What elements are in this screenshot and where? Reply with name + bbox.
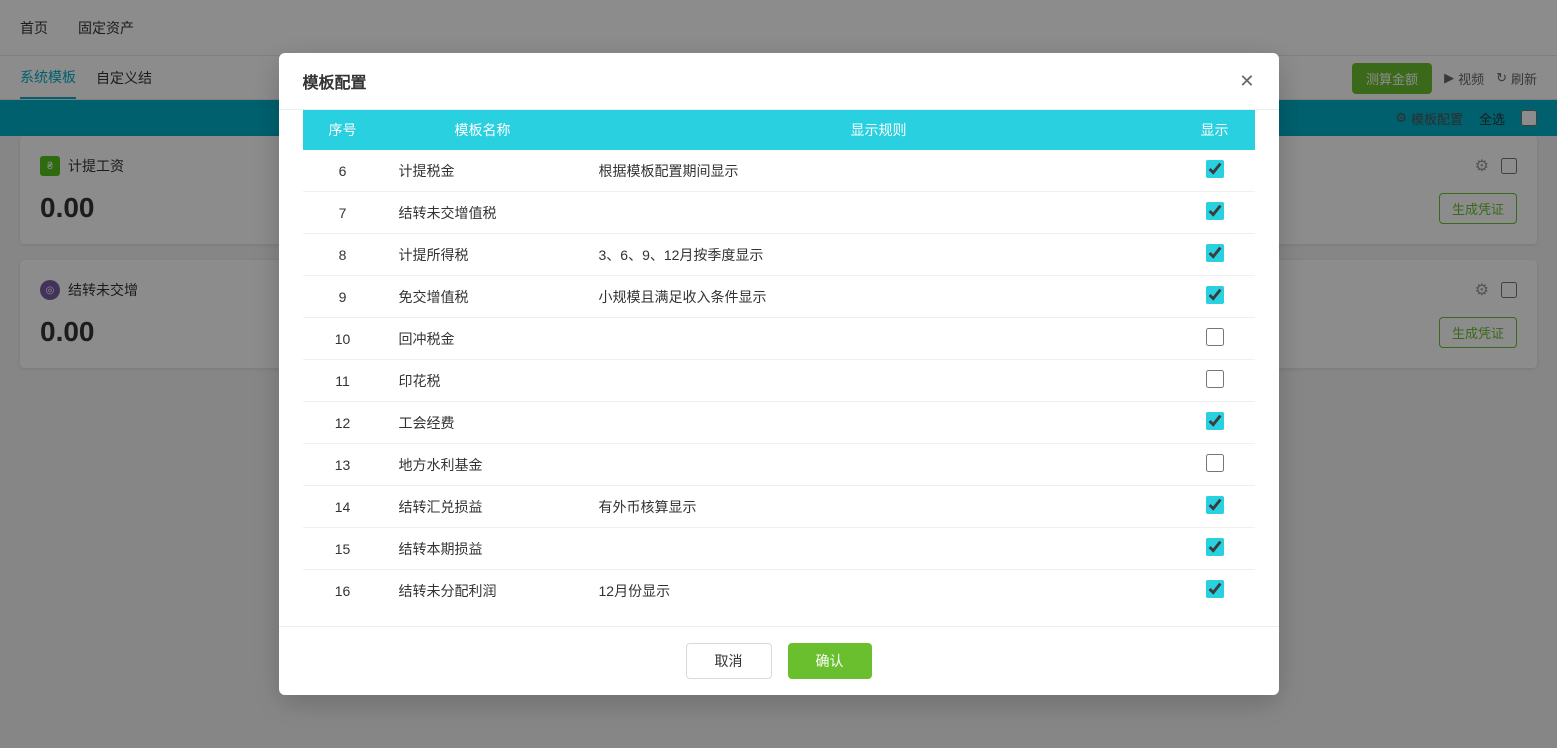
- row-rule: 小规模且满足收入条件显示: [583, 276, 1175, 318]
- row-rule: [583, 444, 1175, 486]
- table-header: 序号 模板名称 显示规则 显示: [303, 110, 1255, 150]
- table-row: 9免交增值税小规模且满足收入条件显示: [303, 276, 1255, 318]
- dialog-footer: 取消 确认: [279, 626, 1279, 695]
- dialog-body: 序号 模板名称 显示规则 显示 6计提税金根据模板配置期间显示7结转未交增值税8…: [279, 110, 1279, 626]
- table-row: 16结转未分配利润12月份显示: [303, 570, 1255, 611]
- row-rule: 3、6、9、12月按季度显示: [583, 234, 1175, 276]
- row-rule: [583, 402, 1175, 444]
- row-check-cell: [1175, 528, 1255, 570]
- row-check-cell: [1175, 276, 1255, 318]
- row-checkbox-12[interactable]: [1206, 412, 1224, 430]
- row-id: 7: [303, 192, 383, 234]
- row-name: 结转本期损益: [383, 528, 583, 570]
- table-row: 13地方水利基金: [303, 444, 1255, 486]
- row-name: 结转未交增值税: [383, 192, 583, 234]
- row-check-cell: [1175, 402, 1255, 444]
- config-table-wrapper[interactable]: 序号 模板名称 显示规则 显示 6计提税金根据模板配置期间显示7结转未交增值税8…: [303, 110, 1255, 610]
- row-id: 8: [303, 234, 383, 276]
- row-checkbox-16[interactable]: [1206, 580, 1224, 598]
- dialog-title: 模板配置: [303, 69, 367, 93]
- row-checkbox-11[interactable]: [1206, 370, 1224, 388]
- row-rule: [583, 318, 1175, 360]
- row-check-cell: [1175, 486, 1255, 528]
- row-name: 计提税金: [383, 150, 583, 192]
- row-rule: [583, 360, 1175, 402]
- row-name: 工会经费: [383, 402, 583, 444]
- row-check-cell: [1175, 444, 1255, 486]
- row-id: 11: [303, 360, 383, 402]
- cancel-button[interactable]: 取消: [686, 643, 772, 679]
- row-id: 9: [303, 276, 383, 318]
- col-header-show: 显示: [1175, 110, 1255, 150]
- template-config-dialog: 模板配置 ✕ 序号 模板名称 显示规则 显示 6计提税金根据模板配置期间显示7结…: [279, 53, 1279, 695]
- row-check-cell: [1175, 234, 1255, 276]
- table-row: 8计提所得税3、6、9、12月按季度显示: [303, 234, 1255, 276]
- row-check-cell: [1175, 570, 1255, 611]
- row-checkbox-10[interactable]: [1206, 328, 1224, 346]
- row-checkbox-8[interactable]: [1206, 244, 1224, 262]
- row-check-cell: [1175, 360, 1255, 402]
- row-name: 结转未分配利润: [383, 570, 583, 611]
- table-row: 15结转本期损益: [303, 528, 1255, 570]
- table-row: 10回冲税金: [303, 318, 1255, 360]
- table-row: 7结转未交增值税: [303, 192, 1255, 234]
- dialog-close-button[interactable]: ✕: [1239, 71, 1254, 92]
- row-id: 6: [303, 150, 383, 192]
- row-rule: 根据模板配置期间显示: [583, 150, 1175, 192]
- row-id: 15: [303, 528, 383, 570]
- col-header-name: 模板名称: [383, 110, 583, 150]
- row-checkbox-7[interactable]: [1206, 202, 1224, 220]
- dialog-header: 模板配置 ✕: [279, 53, 1279, 110]
- row-check-cell: [1175, 192, 1255, 234]
- row-checkbox-6[interactable]: [1206, 160, 1224, 178]
- config-table-body: 6计提税金根据模板配置期间显示7结转未交增值税8计提所得税3、6、9、12月按季…: [303, 150, 1255, 610]
- config-table: 序号 模板名称 显示规则 显示 6计提税金根据模板配置期间显示7结转未交增值税8…: [303, 110, 1255, 610]
- table-row: 14结转汇兑损益有外币核算显示: [303, 486, 1255, 528]
- row-check-cell: [1175, 318, 1255, 360]
- row-id: 13: [303, 444, 383, 486]
- row-id: 12: [303, 402, 383, 444]
- row-name: 地方水利基金: [383, 444, 583, 486]
- row-name: 免交增值税: [383, 276, 583, 318]
- row-checkbox-15[interactable]: [1206, 538, 1224, 556]
- row-checkbox-13[interactable]: [1206, 454, 1224, 472]
- row-name: 印花税: [383, 360, 583, 402]
- row-name: 计提所得税: [383, 234, 583, 276]
- row-check-cell: [1175, 150, 1255, 192]
- row-checkbox-9[interactable]: [1206, 286, 1224, 304]
- row-rule: 12月份显示: [583, 570, 1175, 611]
- col-header-id: 序号: [303, 110, 383, 150]
- row-id: 16: [303, 570, 383, 611]
- table-row: 11印花税: [303, 360, 1255, 402]
- table-row: 12工会经费: [303, 402, 1255, 444]
- row-id: 14: [303, 486, 383, 528]
- table-row: 6计提税金根据模板配置期间显示: [303, 150, 1255, 192]
- row-name: 回冲税金: [383, 318, 583, 360]
- row-id: 10: [303, 318, 383, 360]
- row-name: 结转汇兑损益: [383, 486, 583, 528]
- row-rule: [583, 192, 1175, 234]
- row-rule: [583, 528, 1175, 570]
- col-header-rule: 显示规则: [583, 110, 1175, 150]
- row-rule: 有外币核算显示: [583, 486, 1175, 528]
- row-checkbox-14[interactable]: [1206, 496, 1224, 514]
- confirm-button[interactable]: 确认: [788, 643, 872, 679]
